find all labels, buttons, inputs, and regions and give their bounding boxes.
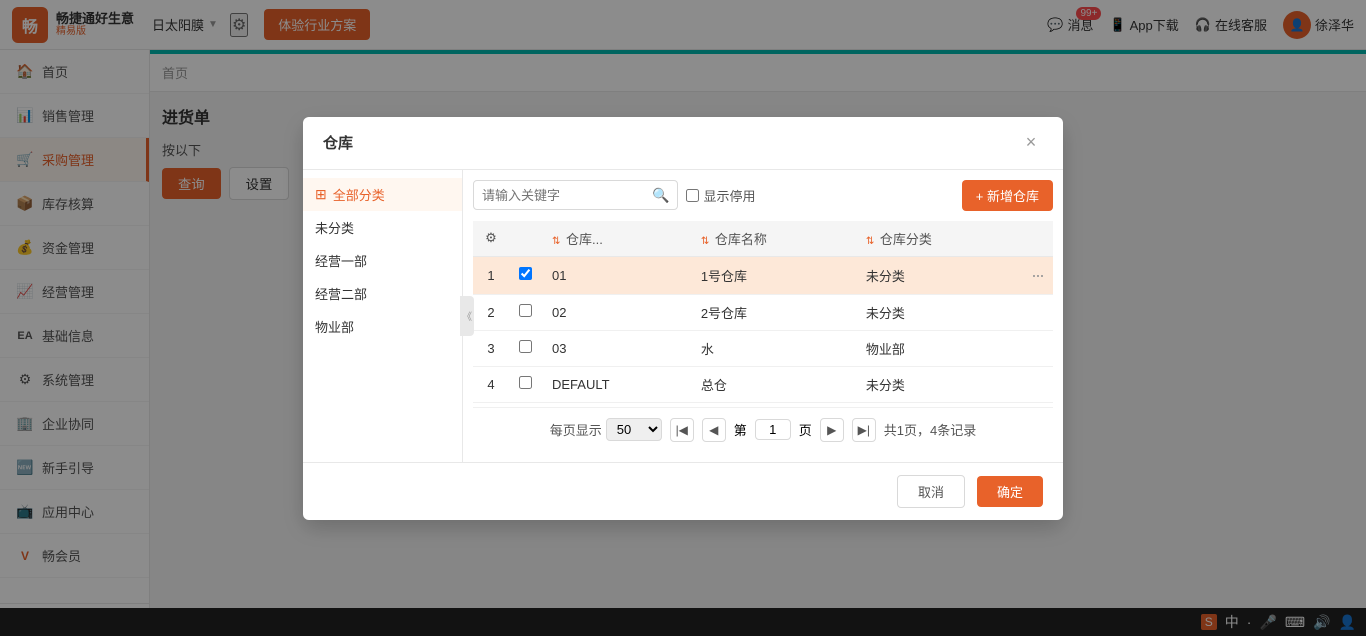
- page-first-button[interactable]: |◀: [670, 418, 694, 442]
- row-code: 03: [542, 330, 691, 366]
- row-code: DEFAULT: [542, 366, 691, 402]
- row-checkbox-input[interactable]: [519, 267, 532, 280]
- row-category: 未分类: [856, 366, 1021, 402]
- table-toolbar: 🔍 显示停用 + 新增仓库: [473, 180, 1053, 211]
- row-checkbox[interactable]: [509, 294, 542, 330]
- modal-header: 仓库 ×: [303, 117, 1063, 170]
- add-warehouse-button[interactable]: + 新增仓库: [962, 180, 1053, 211]
- tree-item-all-label: 全部分类: [333, 185, 385, 204]
- row-checkbox-input[interactable]: [519, 340, 532, 353]
- table-row[interactable]: 1 01 1号仓库 未分类 ···: [473, 256, 1053, 294]
- row-name: 总仓: [691, 366, 856, 402]
- tree-item-dept2[interactable]: 经营二部: [303, 277, 462, 310]
- search-input[interactable]: [474, 188, 644, 203]
- per-page-wrap: 每页显示 102050100: [550, 418, 662, 441]
- modal-title: 仓库: [323, 132, 353, 153]
- search-icon-button[interactable]: 🔍: [644, 187, 677, 204]
- row-num: 4: [473, 366, 509, 402]
- tree-item-dept1-label: 经营一部: [315, 251, 367, 270]
- confirm-button[interactable]: 确定: [977, 476, 1043, 507]
- tree-item-prop[interactable]: 物业部: [303, 310, 462, 343]
- grid-icon: ⊞: [315, 186, 327, 203]
- warehouse-table: ⚙ ⇅ 仓库... ⇅ 仓库名称: [473, 221, 1053, 403]
- table-row[interactable]: 3 03 水 物业部: [473, 330, 1053, 366]
- col-gear: ⚙: [473, 221, 509, 257]
- col-checkbox: [509, 221, 542, 257]
- cancel-button[interactable]: 取消: [897, 475, 965, 508]
- tree-item-uncat-label: 未分类: [315, 218, 354, 237]
- row-more[interactable]: ···: [1021, 256, 1053, 294]
- row-more[interactable]: [1021, 330, 1053, 366]
- table-header-row: ⚙ ⇅ 仓库... ⇅ 仓库名称: [473, 221, 1053, 257]
- show-disabled-label: 显示停用: [703, 186, 755, 205]
- row-more[interactable]: [1021, 294, 1053, 330]
- page-suffix: 页: [799, 420, 812, 439]
- warehouse-modal: 仓库 × ⊞ 全部分类 未分类 经营一部 经营二部 物业部: [303, 117, 1063, 520]
- page-label: 第: [734, 420, 747, 439]
- row-category: 物业部: [856, 330, 1021, 366]
- sort-icon-code: ⇅: [552, 236, 560, 247]
- per-page-label: 每页显示: [550, 420, 602, 439]
- modal-body: ⊞ 全部分类 未分类 经营一部 经营二部 物业部 《: [303, 170, 1063, 462]
- table-row[interactable]: 4 DEFAULT 总仓 未分类: [473, 366, 1053, 402]
- page-input[interactable]: [755, 419, 791, 440]
- row-checkbox[interactable]: [509, 330, 542, 366]
- search-wrap: 🔍: [473, 180, 678, 210]
- row-num: 2: [473, 294, 509, 330]
- page-last-button[interactable]: ▶|: [852, 418, 876, 442]
- pagination: 每页显示 102050100 |◀ ◀ 第 页 ▶ ▶| 共1页，4条记录: [473, 407, 1053, 452]
- row-category: 未分类: [856, 256, 1021, 294]
- page-total: 共1页，4条记录: [884, 420, 976, 439]
- table-panel: 🔍 显示停用 + 新增仓库 ⚙: [463, 170, 1063, 462]
- row-num: 1: [473, 256, 509, 294]
- modal-overlay[interactable]: 仓库 × ⊞ 全部分类 未分类 经营一部 经营二部 物业部: [0, 0, 1366, 636]
- tree-item-all[interactable]: ⊞ 全部分类: [303, 178, 462, 211]
- row-name: 2号仓库: [691, 294, 856, 330]
- row-category: 未分类: [856, 294, 1021, 330]
- col-code: ⇅ 仓库...: [542, 221, 691, 257]
- row-code: 02: [542, 294, 691, 330]
- tree-item-uncat[interactable]: 未分类: [303, 211, 462, 244]
- row-code: 01: [542, 256, 691, 294]
- modal-footer: 取消 确定: [303, 462, 1063, 520]
- modal-close-button[interactable]: ×: [1019, 131, 1043, 155]
- row-checkbox-input[interactable]: [519, 376, 532, 389]
- tree-item-prop-label: 物业部: [315, 317, 354, 336]
- row-checkbox[interactable]: [509, 256, 542, 294]
- tree-item-dept2-label: 经营二部: [315, 284, 367, 303]
- per-page-select[interactable]: 102050100: [606, 418, 662, 441]
- col-actions: [1021, 221, 1053, 257]
- row-num: 3: [473, 330, 509, 366]
- row-checkbox-input[interactable]: [519, 304, 532, 317]
- col-name: ⇅ 仓库名称: [691, 221, 856, 257]
- table-row[interactable]: 2 02 2号仓库 未分类: [473, 294, 1053, 330]
- show-disabled-checkbox[interactable]: [686, 189, 699, 202]
- sort-icon-name: ⇅: [701, 236, 709, 247]
- show-disabled-checkbox-label[interactable]: 显示停用: [686, 186, 755, 205]
- sort-icon-category: ⇅: [866, 236, 874, 247]
- row-name: 1号仓库: [691, 256, 856, 294]
- tree-item-dept1[interactable]: 经营一部: [303, 244, 462, 277]
- col-category: ⇅ 仓库分类: [856, 221, 1021, 257]
- tree-collapse-button[interactable]: 《: [460, 296, 474, 336]
- tree-panel: ⊞ 全部分类 未分类 经营一部 经营二部 物业部 《: [303, 170, 463, 462]
- row-name: 水: [691, 330, 856, 366]
- page-prev-button[interactable]: ◀: [702, 418, 726, 442]
- row-more[interactable]: [1021, 366, 1053, 402]
- page-next-button[interactable]: ▶: [820, 418, 844, 442]
- row-checkbox[interactable]: [509, 366, 542, 402]
